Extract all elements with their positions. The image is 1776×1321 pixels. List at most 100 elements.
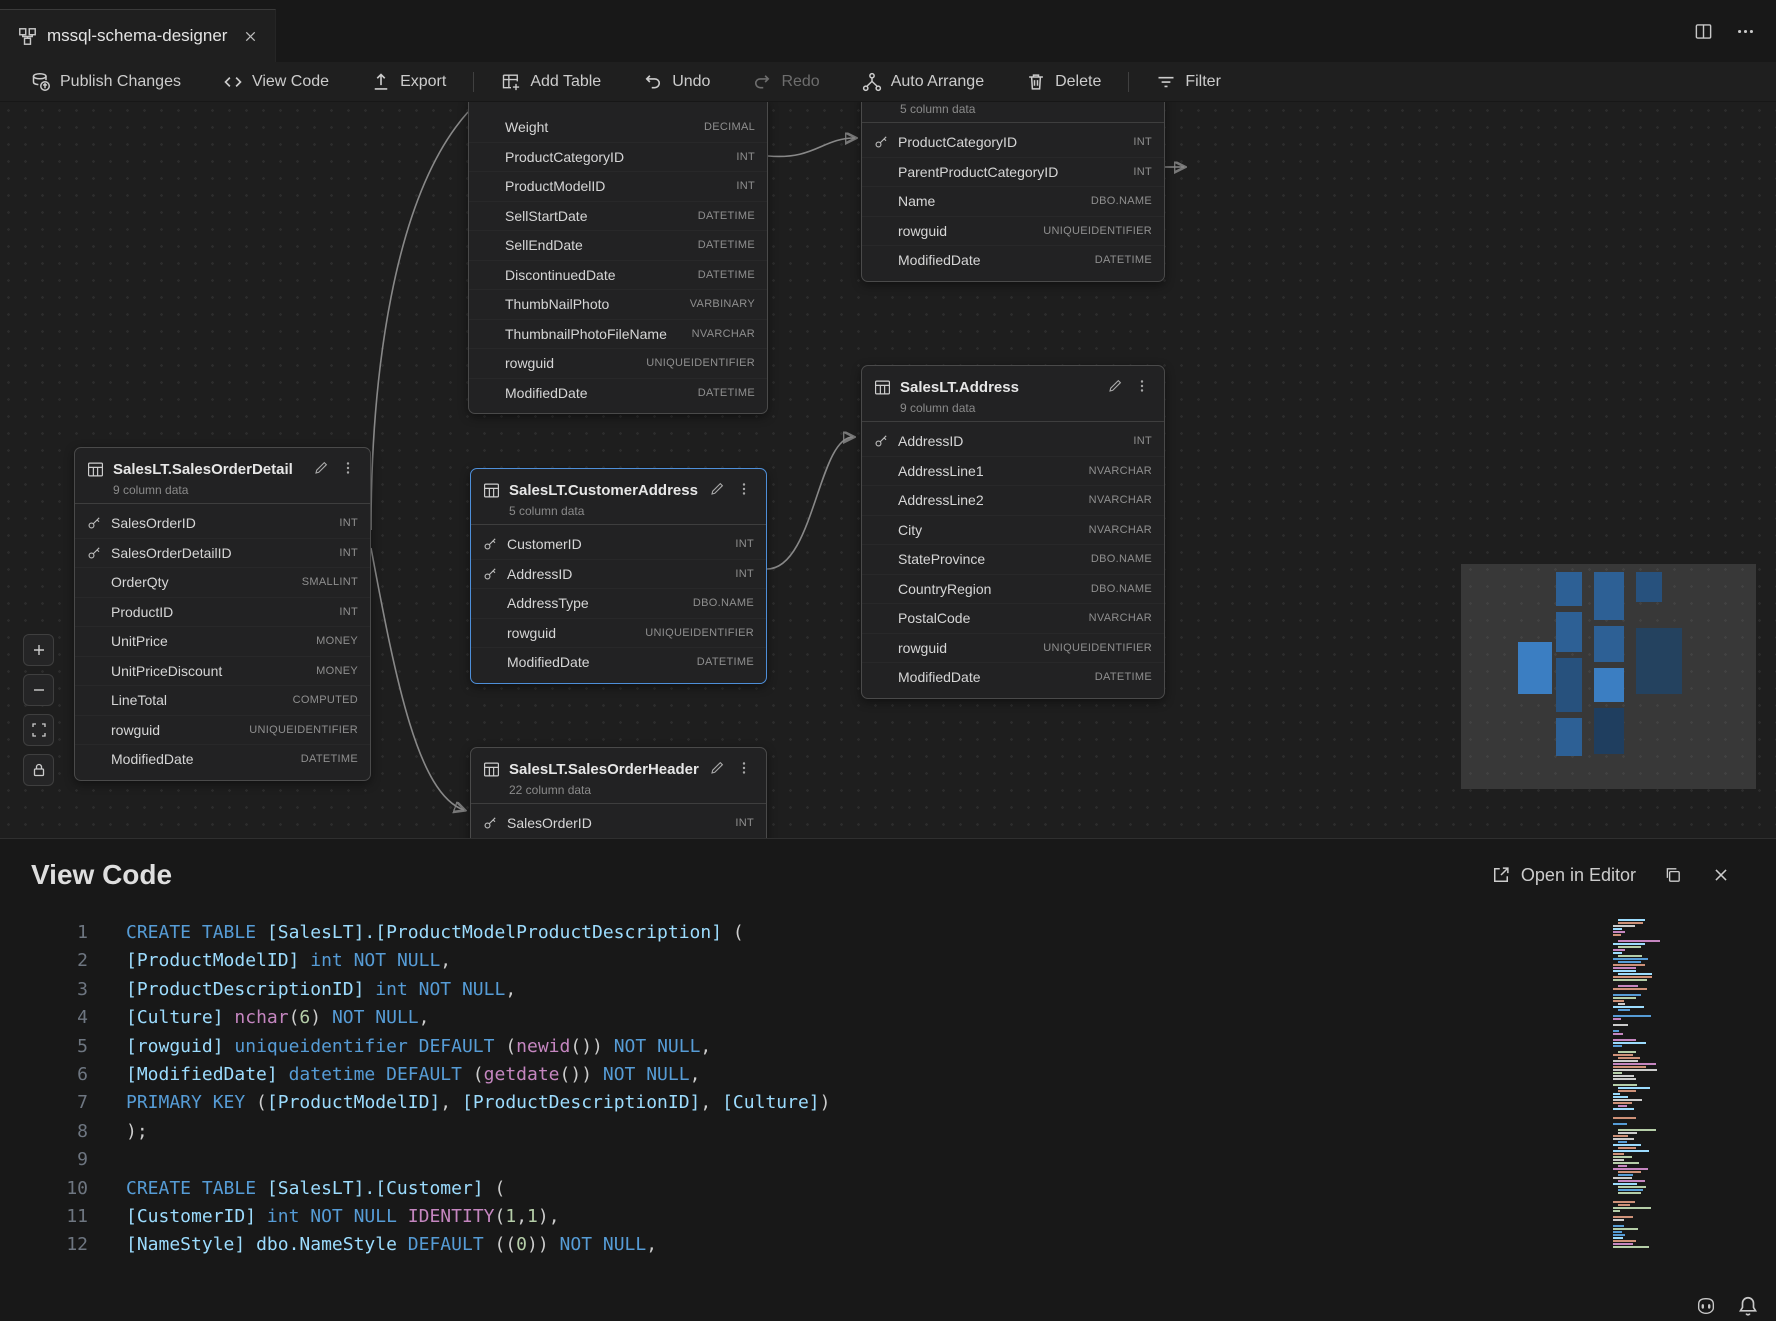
- relationship-edge[interactable]: [371, 548, 464, 810]
- column-row[interactable]: rowguidUNIQUEIDENTIFIER: [471, 618, 766, 648]
- column-row[interactable]: ThumbNailPhotoVARBINARY: [469, 289, 767, 319]
- column-type: DBO.NAME: [1091, 195, 1152, 207]
- minimap-line: [1618, 1087, 1650, 1089]
- column-row[interactable]: CityNVARCHAR: [862, 515, 1164, 545]
- toolbar-undo-button[interactable]: Undo: [622, 62, 731, 101]
- column-row[interactable]: rowguidUNIQUEIDENTIFIER: [862, 633, 1164, 663]
- toolbar-view-code-button[interactable]: View Code: [202, 62, 350, 101]
- toolbar-delete-button[interactable]: Delete: [1005, 62, 1122, 101]
- column-row[interactable]: SellEndDateDATETIME: [469, 230, 767, 260]
- column-row[interactable]: ProductIDINT: [75, 597, 370, 627]
- key-spacer: [481, 119, 505, 135]
- column-row[interactable]: CountryRegionDBO.NAME: [862, 574, 1164, 604]
- column-row[interactable]: NameDBO.NAME: [862, 186, 1164, 216]
- zoom-out-button[interactable]: [23, 674, 54, 706]
- table-menu-button[interactable]: [736, 760, 754, 778]
- minimap-line: [1618, 1147, 1636, 1149]
- column-row[interactable]: SalesOrderIDINT: [471, 808, 766, 838]
- column-row[interactable]: ThumbnailPhotoFileNameNVARCHAR: [469, 319, 767, 349]
- close-icon[interactable]: [1710, 864, 1732, 886]
- table-card-sales-order-detail[interactable]: SalesLT.SalesOrderDetail9 column dataSal…: [74, 447, 371, 781]
- table-menu-button[interactable]: [1134, 378, 1152, 396]
- column-row[interactable]: CustomerIDINT: [471, 529, 766, 559]
- column-row[interactable]: ProductModelIDINT: [469, 171, 767, 201]
- column-row[interactable]: AddressIDINT: [862, 426, 1164, 456]
- zoom-in-button[interactable]: [23, 634, 54, 666]
- edit-table-button[interactable]: [709, 481, 727, 499]
- toolbar-export-button[interactable]: Export: [350, 62, 467, 101]
- canvas-minimap[interactable]: [1461, 564, 1756, 789]
- column-type: INT: [1133, 435, 1152, 447]
- edit-table-button[interactable]: [709, 760, 727, 778]
- table-card-customer-address[interactable]: SalesLT.CustomerAddress5 column dataCust…: [470, 468, 767, 684]
- column-row[interactable]: ModifiedDateDATETIME: [862, 662, 1164, 692]
- column-row[interactable]: OrderQtySMALLINT: [75, 567, 370, 597]
- table-card-address[interactable]: SalesLT.Address9 column dataAddressIDINT…: [861, 365, 1165, 699]
- column-row[interactable]: UnitPriceDiscountMONEY: [75, 656, 370, 686]
- table-menu-button[interactable]: [340, 460, 358, 478]
- edit-table-button[interactable]: [313, 460, 331, 478]
- key-icon: [483, 566, 507, 582]
- toolbar-publish-button[interactable]: Publish Changes: [10, 62, 202, 101]
- fit-view-button[interactable]: [23, 714, 54, 746]
- column-row[interactable]: SalesOrderIDINT: [75, 508, 370, 538]
- column-row[interactable]: AddressLine2NVARCHAR: [862, 485, 1164, 515]
- copy-icon[interactable]: [1662, 864, 1684, 886]
- delete-icon: [1026, 72, 1046, 92]
- minimap-table-block: [1556, 718, 1582, 756]
- minimap-line: [1618, 1180, 1645, 1182]
- relationship-edge[interactable]: [768, 138, 855, 156]
- column-row[interactable]: DiscontinuedDateDATETIME: [469, 260, 767, 290]
- column-row[interactable]: rowguidUNIQUEIDENTIFIER: [469, 348, 767, 378]
- line-number: 11: [0, 1203, 88, 1231]
- column-row[interactable]: AddressIDINT: [471, 559, 766, 589]
- lock-button[interactable]: [23, 754, 54, 786]
- copilot-icon[interactable]: [1693, 1293, 1719, 1319]
- column-name: ProductID: [111, 604, 173, 620]
- bell-icon[interactable]: [1735, 1293, 1761, 1319]
- column-name: SalesOrderID: [111, 515, 196, 531]
- split-editor-icon[interactable]: [1692, 20, 1714, 42]
- column-row[interactable]: LineTotalCOMPUTED: [75, 685, 370, 715]
- column-row[interactable]: ParentProductCategoryIDINT: [862, 157, 1164, 187]
- minimap-line: [1613, 958, 1648, 960]
- column-row[interactable]: AddressTypeDBO.NAME: [471, 588, 766, 618]
- undo-icon: [643, 72, 663, 92]
- relationship-edge[interactable]: [767, 437, 853, 569]
- column-row[interactable]: rowguidUNIQUEIDENTIFIER: [75, 715, 370, 745]
- code-minimap[interactable]: [1611, 919, 1663, 1255]
- edit-table-button[interactable]: [1107, 378, 1125, 396]
- table-card-sales-order-header[interactable]: SalesLT.SalesOrderHeader22 column dataSa…: [470, 747, 767, 838]
- table-menu-button[interactable]: [736, 481, 754, 499]
- column-row[interactable]: SalesOrderDetailIDINT: [75, 538, 370, 568]
- column-row[interactable]: ModifiedDateDATETIME: [862, 245, 1164, 275]
- tab-mssql-schema-designer[interactable]: mssql-schema-designer: [0, 9, 276, 62]
- column-row[interactable]: PostalCodeNVARCHAR: [862, 603, 1164, 633]
- column-row[interactable]: SellStartDateDATETIME: [469, 201, 767, 231]
- minimap-line: [1613, 1096, 1628, 1098]
- toolbar-add-table-button[interactable]: Add Table: [480, 62, 622, 101]
- view-code-panel: View Code Open in Editor 1CREATE TABLE […: [0, 838, 1776, 1321]
- column-row[interactable]: AddressLine1NVARCHAR: [862, 456, 1164, 486]
- column-row[interactable]: ProductCategoryIDINT: [469, 142, 767, 172]
- column-row[interactable]: UnitPriceMONEY: [75, 626, 370, 656]
- column-row[interactable]: rowguidUNIQUEIDENTIFIER: [862, 216, 1164, 246]
- toolbar-auto-arrange-button[interactable]: Auto Arrange: [841, 62, 1005, 101]
- column-row[interactable]: StateProvinceDBO.NAME: [862, 544, 1164, 574]
- column-type: SMALLINT: [302, 576, 358, 588]
- tab-close-button[interactable]: [237, 23, 263, 49]
- column-row[interactable]: ModifiedDateDATETIME: [469, 378, 767, 408]
- open-in-editor-button[interactable]: Open in Editor: [1491, 865, 1636, 886]
- schema-canvas[interactable]: WeightDECIMALProductCategoryIDINTProduct…: [0, 102, 1776, 838]
- minimap-line: [1613, 976, 1652, 978]
- table-card-product-category[interactable]: 5 column dataProductCategoryIDINTParentP…: [861, 102, 1165, 282]
- relationship-edge[interactable]: [371, 112, 468, 530]
- table-card-product[interactable]: WeightDECIMALProductCategoryIDINTProduct…: [468, 102, 768, 414]
- column-row[interactable]: ModifiedDateDATETIME: [471, 647, 766, 677]
- column-row[interactable]: ModifiedDateDATETIME: [75, 744, 370, 774]
- column-row[interactable]: ProductCategoryIDINT: [862, 127, 1164, 157]
- toolbar-filter-button[interactable]: Filter: [1135, 62, 1242, 101]
- column-row[interactable]: WeightDECIMAL: [469, 112, 767, 142]
- toolbar-redo-button[interactable]: Redo: [731, 62, 840, 101]
- more-actions-icon[interactable]: [1734, 20, 1756, 42]
